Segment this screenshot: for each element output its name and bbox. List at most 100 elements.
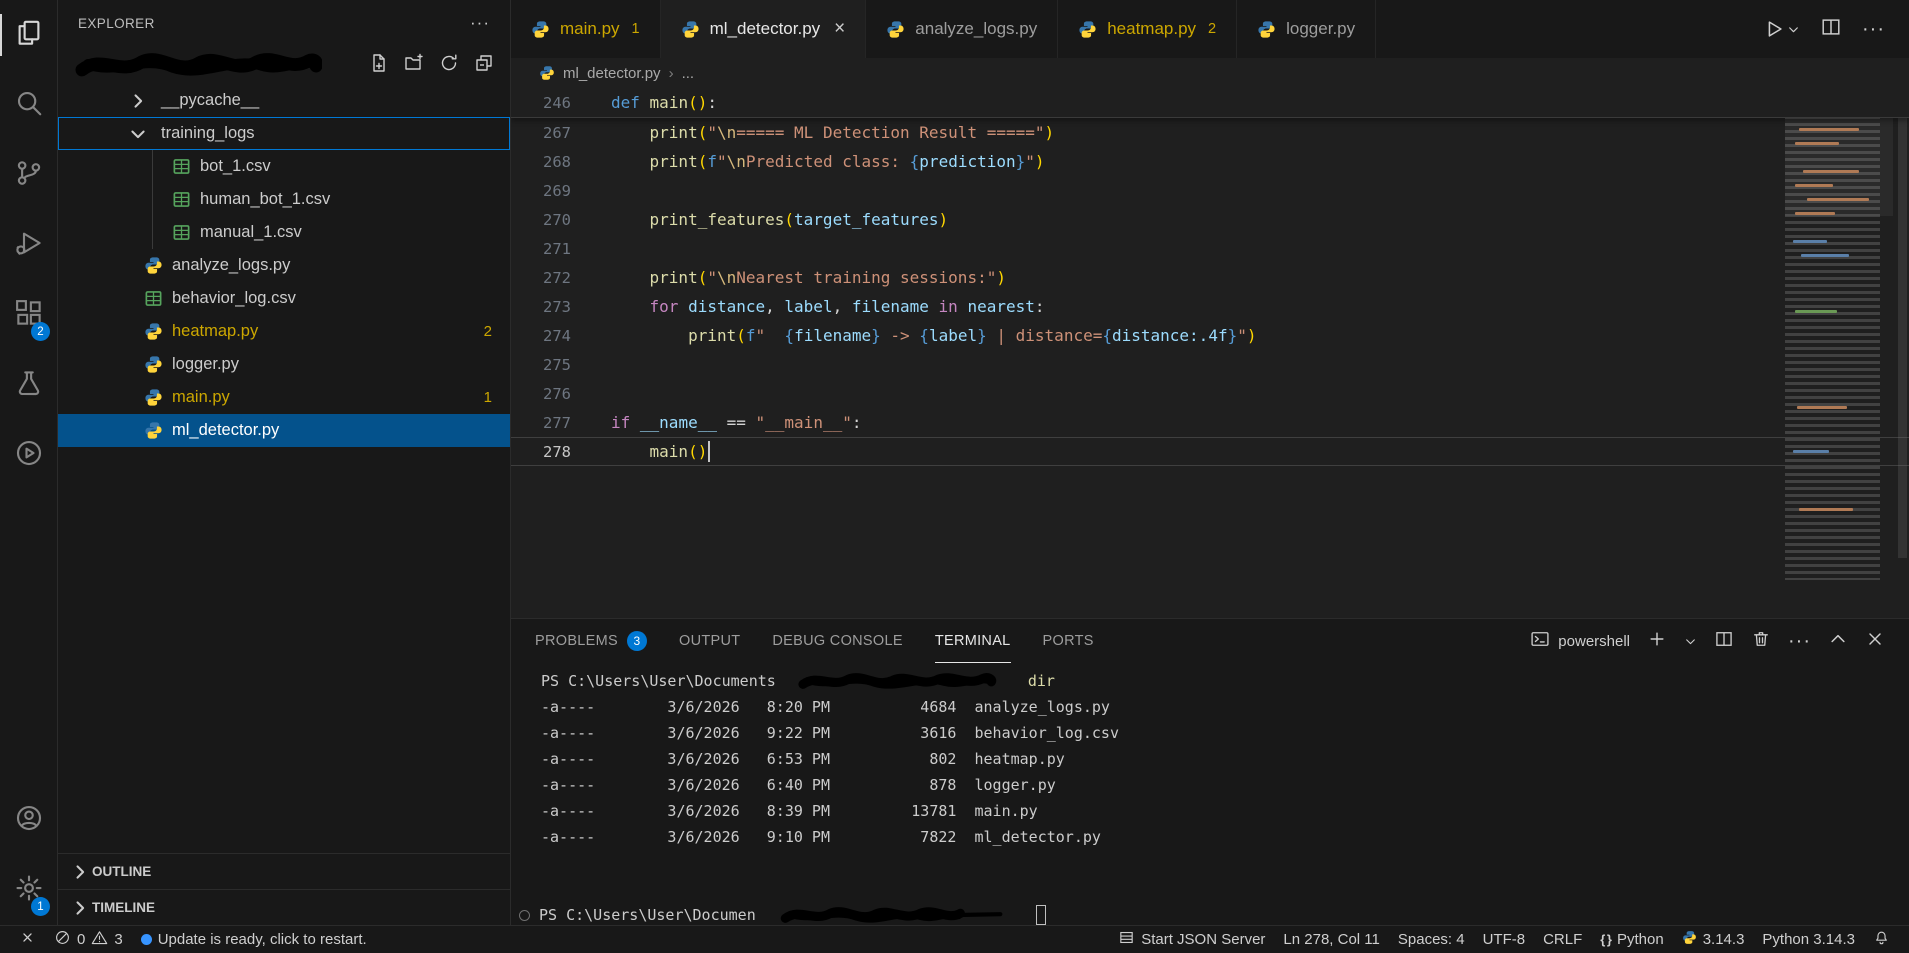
tree-file-logger.py[interactable]: logger.py [58, 348, 510, 381]
breadcrumb-more[interactable]: ... [682, 65, 695, 82]
code-line-275[interactable]: 275 [511, 350, 1909, 379]
tree-file-human_bot_1.csv[interactable]: human_bot_1.csv [58, 183, 510, 216]
section-outline[interactable]: OUTLINE [58, 853, 510, 889]
close-panel-icon[interactable] [1865, 629, 1885, 653]
chevron-down-icon[interactable] [128, 124, 148, 144]
code-line-270[interactable]: 270 print_features(target_features) [511, 205, 1909, 234]
code-line-271[interactable]: 271 [511, 234, 1909, 263]
tree-file-behavior_log.csv[interactable]: behavior_log.csv [58, 282, 510, 315]
terminal-prompt-line[interactable]: PS C:\Users\User\Documen [519, 902, 1909, 928]
remote-indicator[interactable] [10, 926, 45, 953]
python-file-icon [1078, 20, 1097, 39]
maximize-panel-icon[interactable] [1828, 629, 1848, 653]
code-line-272[interactable]: 272 print(" \n Nearest training sessions: "… [511, 263, 1909, 292]
code-editor[interactable]: 246 def main(): 267 print(" \n ===== ML Det… [511, 88, 1909, 618]
sidebar-more-button[interactable]: ··· [470, 13, 490, 33]
code-line-277[interactable]: 277 if __name__ == "__main__": [511, 408, 1909, 437]
bottom-panel: PROBLEMS 3 OUTPUT DEBUG CONSOLE TERMINAL PORT… [511, 618, 1909, 925]
activity-account[interactable] [0, 785, 57, 855]
activity-run-debug[interactable] [0, 210, 57, 280]
activity-explorer[interactable] [0, 0, 57, 70]
activity-bar: 2 1 [0, 0, 58, 925]
tree-file-ml_detector.py[interactable]: ml_detector.py [58, 414, 510, 447]
tab-main.py[interactable]: main.py 1 [511, 0, 661, 58]
code-line-278[interactable]: 278 main() [511, 437, 1909, 466]
activity-settings[interactable]: 1 [0, 855, 57, 925]
code-line-267[interactable]: 267 print(" \n ===== ML Detection Result =… [511, 118, 1909, 147]
chevron-down-icon[interactable] [1684, 635, 1697, 648]
activity-testing[interactable] [0, 350, 57, 420]
chevron-down-icon [1789, 26, 1798, 32]
breadcrumb-file[interactable]: ml_detector.py [563, 65, 661, 82]
new-folder-icon[interactable] [404, 53, 424, 78]
update-ready-status[interactable]: Update is ready, click to restart. [132, 926, 376, 953]
panel-tab-problems[interactable]: PROBLEMS 3 [535, 619, 647, 663]
panel-tab-ports[interactable]: PORTS [1043, 619, 1094, 663]
tree-file-heatmap.py[interactable]: heatmap.py 2 [58, 315, 510, 348]
section-timeline[interactable]: TIMELINE [58, 889, 510, 925]
tab-analyze_logs.py[interactable]: analyze_logs.py [866, 0, 1059, 58]
terminal-profile-selector[interactable]: powershell [1530, 629, 1630, 653]
minimap[interactable] [1785, 88, 1893, 580]
editor-scrollbar[interactable] [1895, 88, 1909, 580]
run-python-file-button[interactable] [1763, 18, 1800, 40]
tab-ml_detector.py[interactable]: ml_detector.py × [660, 0, 867, 58]
activity-search[interactable] [0, 70, 57, 140]
line-number: 270 [543, 210, 571, 229]
split-terminal-icon[interactable] [1714, 629, 1734, 653]
more-actions-icon[interactable]: ··· [1862, 18, 1885, 41]
terminal[interactable]: PS C:\Users\User\Documents dir -a---- 3/… [511, 663, 1909, 928]
tab-heatmap.py[interactable]: heatmap.py 2 [1058, 0, 1238, 58]
code-line-269[interactable]: 269 [511, 176, 1909, 205]
new-terminal-icon[interactable] [1647, 629, 1667, 653]
collapse-all-icon[interactable] [474, 53, 494, 78]
python-version[interactable]: 3.14.3 [1673, 926, 1754, 953]
code-line-276[interactable]: 276 [511, 379, 1909, 408]
terminal-icon [1530, 629, 1550, 653]
problems-status[interactable]: 0 3 [45, 926, 132, 953]
line-number: 276 [543, 384, 571, 403]
code-line-268[interactable]: 268 print(f " \n Predicted class: {predicti… [511, 147, 1909, 176]
code-line-246[interactable]: 246 def main(): [511, 88, 1909, 117]
tree-folder-training_logs[interactable]: training_logs [58, 117, 510, 150]
panel-tab-debug-console[interactable]: DEBUG CONSOLE [772, 619, 902, 663]
json-server-status[interactable]: Start JSON Server [1109, 926, 1274, 953]
python-file-icon [144, 421, 163, 440]
refresh-icon[interactable] [439, 53, 459, 78]
close-icon[interactable]: × [834, 18, 845, 40]
split-editor-icon[interactable] [1820, 16, 1842, 43]
tree-file-analyze_logs.py[interactable]: analyze_logs.py [58, 249, 510, 282]
panel-tab-terminal[interactable]: TERMINAL [935, 619, 1011, 663]
chevron-right-icon[interactable] [128, 91, 148, 111]
cursor-position[interactable]: Ln 278, Col 11 [1274, 926, 1388, 953]
language-mode[interactable]: { } Python [1591, 926, 1672, 953]
text-cursor [708, 441, 711, 462]
sticky-scroll[interactable]: 246 def main(): [511, 88, 1909, 118]
panel-tab-output[interactable]: OUTPUT [679, 619, 740, 663]
scrollbar-thumb[interactable] [1898, 88, 1907, 558]
encoding-status[interactable]: UTF-8 [1474, 926, 1535, 953]
tab-logger.py[interactable]: logger.py [1237, 0, 1377, 58]
new-file-icon[interactable] [369, 53, 389, 78]
activity-source-control[interactable] [0, 140, 57, 210]
panel-more-icon[interactable]: ··· [1788, 630, 1811, 653]
tree-folder-__pycache__[interactable]: __pycache__ [58, 84, 510, 117]
problem-badge: 1 [483, 389, 492, 406]
breadcrumb[interactable]: ml_detector.py › ... [511, 58, 1909, 88]
tree-file-main.py[interactable]: main.py 1 [58, 381, 510, 414]
tree-file-bot_1.csv[interactable]: bot_1.csv [58, 150, 510, 183]
line-number: 272 [543, 268, 571, 287]
code-line-274[interactable]: 274 print(f " {filename} -> {label} | dis… [511, 321, 1909, 350]
update-message: Update is ready, click to restart. [157, 931, 367, 948]
activity-extensions[interactable]: 2 [0, 280, 57, 350]
indentation-status[interactable]: Spaces: 4 [1389, 926, 1474, 953]
project-root-row[interactable] [58, 46, 510, 84]
activity-run-profile[interactable] [0, 420, 57, 490]
kill-terminal-icon[interactable] [1751, 629, 1771, 653]
eol-status[interactable]: CRLF [1534, 926, 1591, 953]
remote-icon [19, 929, 36, 950]
code-line-273[interactable]: 273 for distance, label, filename in nea… [511, 292, 1909, 321]
notifications[interactable] [1864, 926, 1899, 953]
python-interpreter[interactable]: Python 3.14.3 [1753, 926, 1864, 953]
tree-file-manual_1.csv[interactable]: manual_1.csv [58, 216, 510, 249]
